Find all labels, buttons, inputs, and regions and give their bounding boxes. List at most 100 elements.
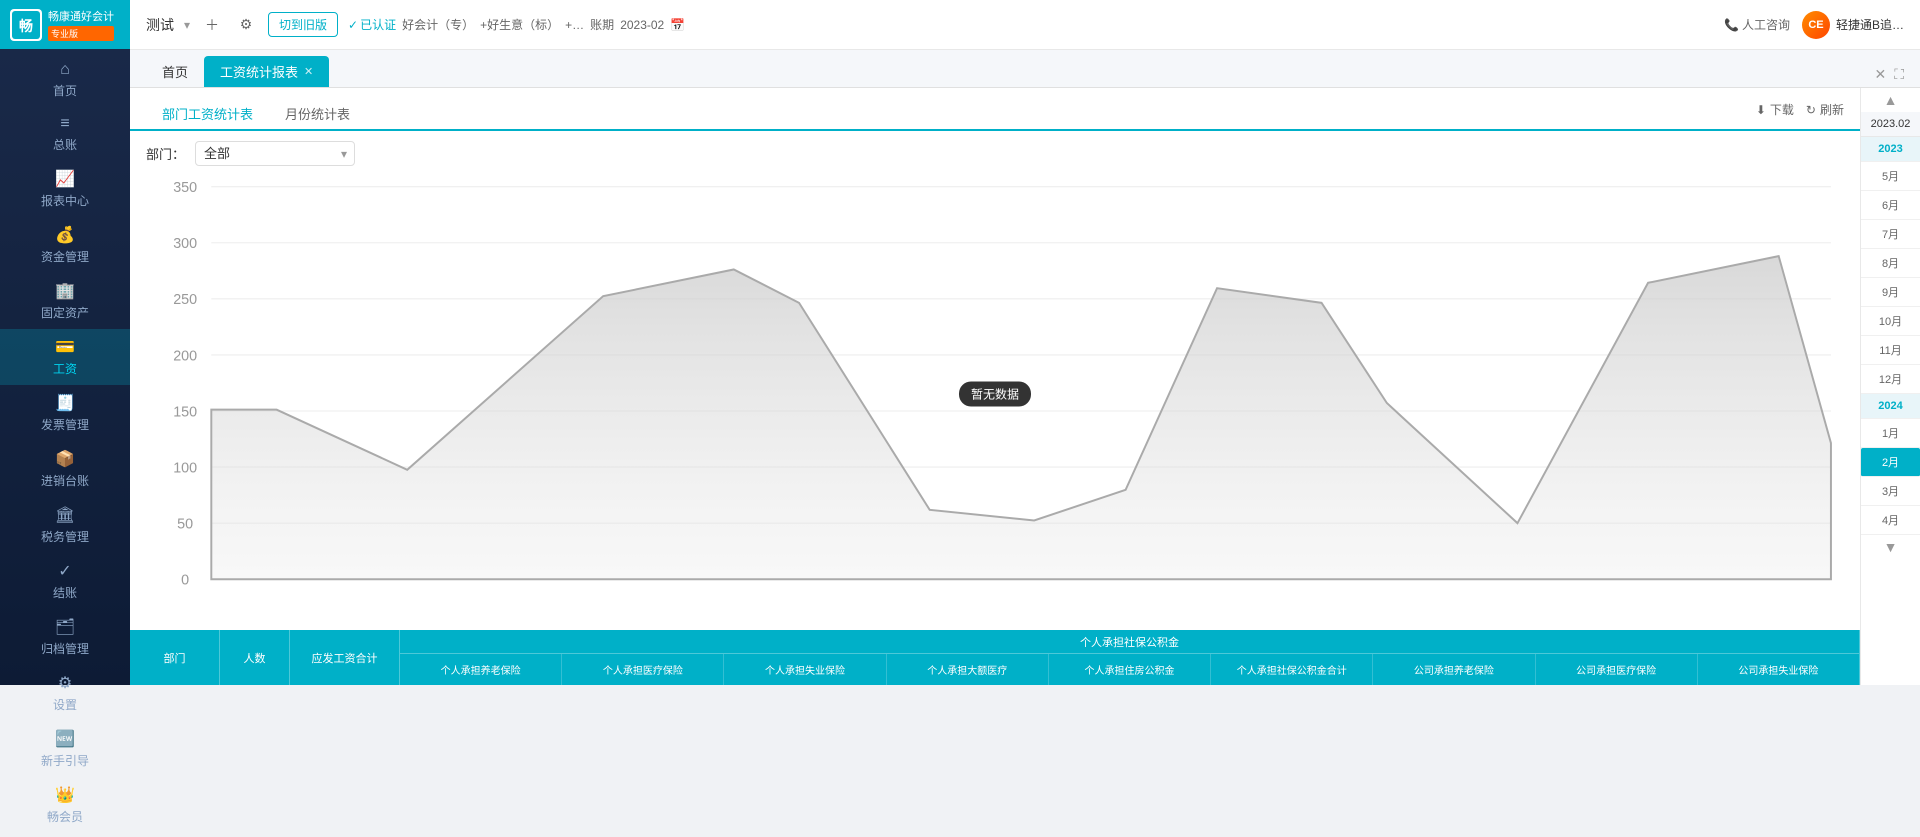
th-personal-social-insurance-group: 个人承担社保公积金 个人承担养老保险 个人承担医疗保险 个人承担失业保险 个人承… — [400, 630, 1860, 685]
filter-bar: 部门： 全部 — [130, 131, 1860, 176]
date-item-9[interactable]: 9月 — [1861, 278, 1920, 307]
tab-home[interactable]: 首页 — [146, 56, 204, 87]
sidebar-item-label: 结账 — [53, 584, 77, 601]
sidebar-item-label: 工资 — [53, 360, 77, 377]
avatar: CE — [1802, 11, 1830, 39]
svg-text:250: 250 — [173, 292, 197, 308]
svg-text:300: 300 — [173, 236, 197, 252]
sidebar-item-label: 归档管理 — [41, 640, 89, 657]
download-icon: ⬇ — [1756, 103, 1766, 117]
sidebar-item-assets[interactable]: 🏢 固定资产 — [0, 273, 130, 329]
sidebar-item-fund[interactable]: 💰 资金管理 — [0, 217, 130, 273]
tabbar: 首页 工资统计报表 ✕ ✕ ⛶ — [130, 50, 1920, 88]
download-button[interactable]: ⬇ 下载 — [1756, 101, 1794, 118]
sidebar-nav: ⌂ 首页 ≡ 总账 📈 报表中心 💰 资金管理 🏢 固定资产 💳 工资 🧾 发票… — [0, 49, 130, 837]
th-sub-2: 个人承担失业保险 — [724, 654, 886, 685]
sidebar-item-sales[interactable]: 📦 进销台账 — [0, 441, 130, 497]
good-business-badge: +好生意（标） — [480, 16, 559, 33]
sidebar-item-home[interactable]: ⌂ 首页 — [0, 53, 130, 107]
date-item-7[interactable]: 7月 — [1861, 220, 1920, 249]
date-item-10[interactable]: 10月 — [1861, 307, 1920, 336]
year-2024-label: 2024 — [1861, 394, 1920, 419]
logo-badge: 专业版 — [48, 26, 114, 41]
sidebar-item-invoice[interactable]: 🧾 发票管理 — [0, 385, 130, 441]
period-value: 2023-02 — [620, 18, 664, 32]
th-personal-sub-headers: 个人承担养老保险 个人承担医疗保险 个人承担失业保险 个人承担大额医疗 个人承担… — [400, 654, 1859, 685]
th-headcount: 人数 — [220, 630, 290, 685]
user-name: 轻捷通B追… — [1836, 16, 1904, 33]
dept-filter-select[interactable]: 全部 — [195, 141, 355, 166]
tax-icon: 🏛 — [55, 505, 75, 525]
year-2023-label: 2023 — [1861, 137, 1920, 162]
sidebar-item-member[interactable]: 👑 畅会员 — [0, 777, 130, 833]
topbar-badges: ✓ 已认证 好会计（专） +好生意（标） +… 账期 2023-02 📅 — [348, 16, 685, 33]
topbar-settings-button[interactable]: ⚙ — [234, 13, 258, 37]
svg-text:350: 350 — [173, 180, 197, 196]
salary-icon: 💳 — [55, 337, 75, 357]
topbar-dropdown-arrow[interactable]: ▾ — [184, 18, 190, 32]
date-panel-header: 2023.02 — [1861, 112, 1920, 137]
date-item-6[interactable]: 6月 — [1861, 191, 1920, 220]
th-personal-social-insurance-label: 个人承担社保公积金 — [400, 630, 1859, 654]
filter-label: 部门： — [146, 144, 185, 163]
sidebar-item-tax[interactable]: 🏛 税务管理 — [0, 497, 130, 553]
sidebar-item-label: 发票管理 — [41, 416, 89, 433]
sidebar-item-settle[interactable]: ✓ 结账 — [0, 553, 130, 609]
sidebar-item-label: 固定资产 — [41, 304, 89, 321]
calendar-icon[interactable]: 📅 — [670, 18, 685, 32]
sub-tab-month[interactable]: 月份统计表 — [269, 98, 366, 131]
home-icon: ⌂ — [60, 61, 70, 79]
date-item-5[interactable]: 5月 — [1861, 162, 1920, 191]
sidebar-item-label: 进销台账 — [41, 472, 89, 489]
topbar: 测试 ▾ ＋ ⚙ 切到旧版 ✓ 已认证 好会计（专） +好生意（标） +… 账期… — [130, 0, 1920, 50]
svg-text:200: 200 — [173, 348, 197, 364]
sub-tab-dept[interactable]: 部门工资统计表 — [146, 98, 269, 131]
th-sub-7: 公司承担医疗保险 — [1536, 654, 1698, 685]
headset-icon: 📞 — [1724, 18, 1739, 32]
table-header-row: 部门 人数 应发工资合计 个人承担社保公积金 个人承担养老保险 个人承担医疗保险… — [130, 630, 1860, 685]
sidebar-item-salary[interactable]: 💳 工资 — [0, 329, 130, 385]
sub-toolbar: ⬇ 下载 ↻ 刷新 — [1756, 101, 1844, 126]
refresh-button[interactable]: ↻ 刷新 — [1806, 101, 1844, 118]
guide-icon: 🆕 — [55, 729, 75, 749]
date-item-11[interactable]: 11月 — [1861, 336, 1920, 365]
switch-old-version-button[interactable]: 切到旧版 — [268, 12, 338, 37]
tab-close-button[interactable]: ✕ — [304, 65, 313, 78]
settle-icon: ✓ — [58, 561, 71, 581]
topbar-add-button[interactable]: ＋ — [200, 13, 224, 37]
svg-text:0: 0 — [181, 572, 189, 588]
date-item-2024-2[interactable]: 2月 — [1861, 448, 1920, 477]
date-item-2024-4[interactable]: 4月 — [1861, 506, 1920, 535]
member-icon: 👑 — [55, 785, 75, 805]
date-nav-down[interactable]: ▼ — [1861, 535, 1920, 559]
sidebar-logo: 畅 畅康通好会计 专业版 — [0, 0, 130, 49]
close-panel-button[interactable]: ✕ — [1874, 66, 1886, 83]
sidebar-item-ledger[interactable]: ≡ 总账 — [0, 107, 130, 161]
expand-panel-button[interactable]: ⛶ — [1894, 66, 1904, 83]
svg-text:100: 100 — [173, 460, 197, 476]
date-item-2024-1[interactable]: 1月 — [1861, 419, 1920, 448]
sidebar-item-guide[interactable]: 🆕 新手引导 — [0, 721, 130, 777]
more-badge: +… — [565, 18, 584, 32]
tab-salary-report[interactable]: 工资统计报表 ✕ — [204, 56, 329, 87]
date-item-2024-3[interactable]: 3月 — [1861, 477, 1920, 506]
svg-text:150: 150 — [173, 404, 197, 420]
date-nav-up[interactable]: ▲ — [1861, 88, 1920, 112]
period-label: 账期 — [590, 16, 614, 33]
certified-icon: ✓ — [348, 18, 358, 32]
certified-badge: ✓ 已认证 — [348, 16, 396, 33]
filter-select-wrap: 全部 — [195, 141, 355, 166]
help-button[interactable]: 📞 人工咨询 — [1724, 16, 1790, 33]
sidebar-item-label: 新手引导 — [41, 752, 89, 769]
sidebar-item-settings[interactable]: ⚙ 设置 — [0, 665, 130, 721]
good-accounting-badge: 好会计（专） — [402, 16, 474, 33]
assets-icon: 🏢 — [55, 281, 75, 301]
svg-text:50: 50 — [177, 516, 193, 532]
date-item-12[interactable]: 12月 — [1861, 365, 1920, 394]
user-menu[interactable]: CE 轻捷通B追… — [1802, 11, 1904, 39]
table-header: 部门 人数 应发工资合计 个人承担社保公积金 个人承担养老保险 个人承担医疗保险… — [130, 630, 1860, 685]
sidebar-item-report[interactable]: 📈 报表中心 — [0, 161, 130, 217]
sidebar-item-archive[interactable]: 🗂 归档管理 — [0, 609, 130, 665]
sidebar-item-label: 报表中心 — [41, 192, 89, 209]
date-item-8[interactable]: 8月 — [1861, 249, 1920, 278]
